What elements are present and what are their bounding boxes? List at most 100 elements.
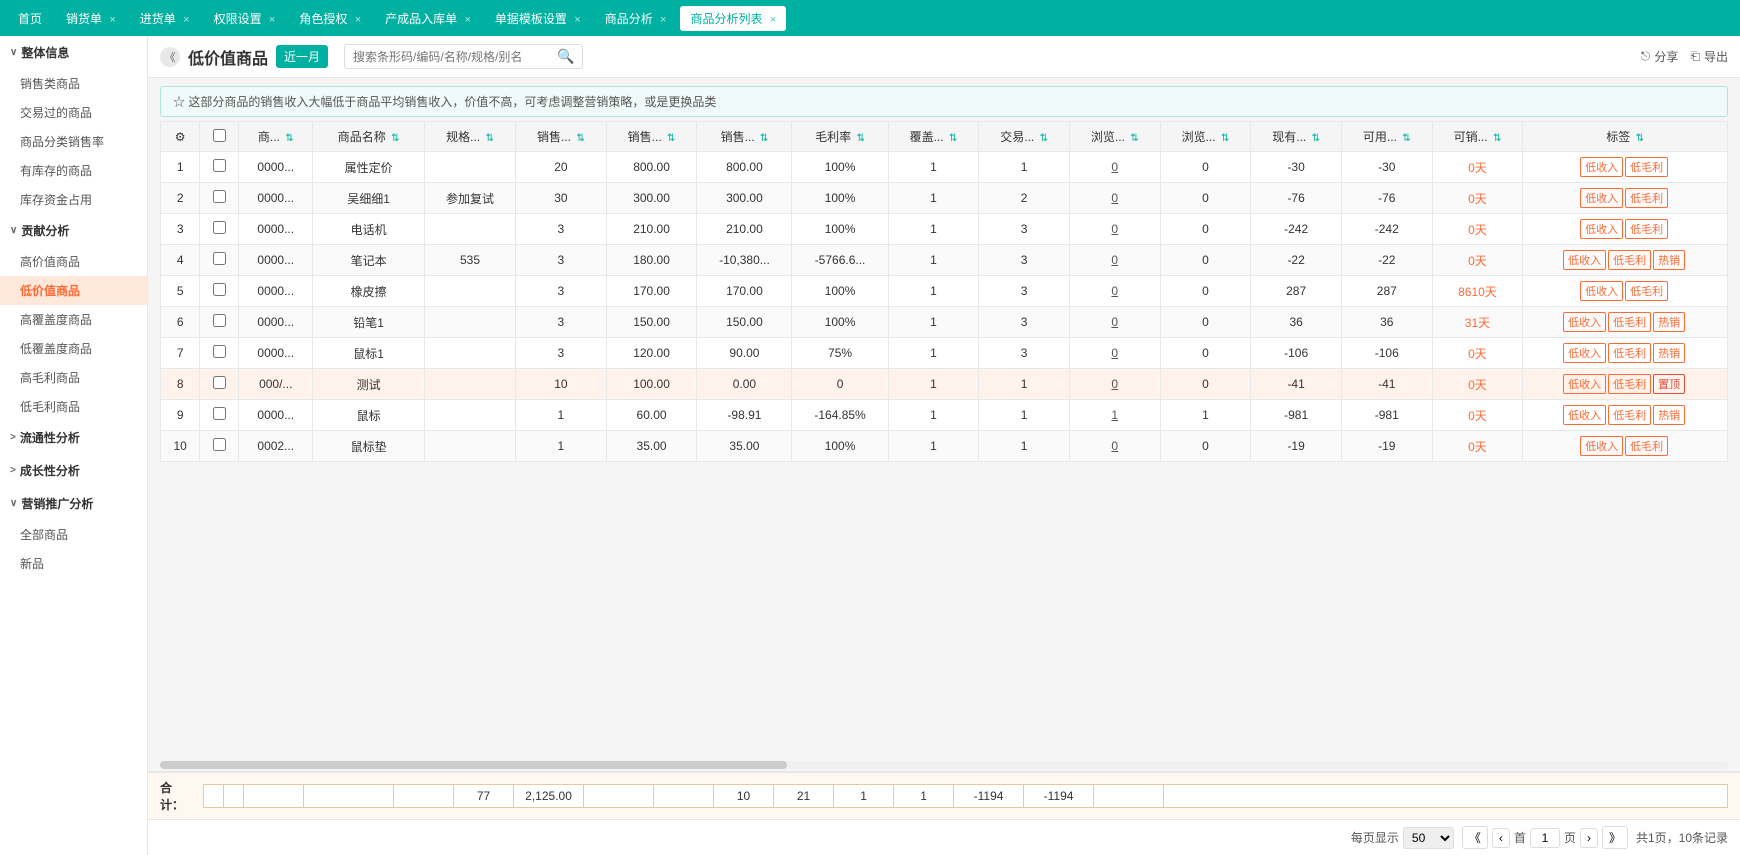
first-page-button[interactable]: 《 <box>1462 826 1488 849</box>
nav-sales[interactable]: 销货单 × <box>56 6 126 31</box>
scrollbar-thumb[interactable] <box>160 761 787 769</box>
cell-checkbox[interactable] <box>200 245 239 276</box>
sidebar-item-all-products[interactable]: 全部商品 <box>0 520 147 549</box>
col-amount2[interactable]: 销售... ⇅ <box>697 122 792 152</box>
col-qty[interactable]: 销售... ⇅ <box>516 122 607 152</box>
col-view1[interactable]: 浏览... ⇅ <box>1069 122 1160 152</box>
search-input[interactable] <box>353 50 553 64</box>
cell-view1[interactable]: 0 <box>1069 307 1160 338</box>
sidebar-item-high-coverage[interactable]: 高覆盖度商品 <box>0 305 147 334</box>
nav-analysis[interactable]: 商品分析 × <box>595 6 677 31</box>
col-deal[interactable]: 交易... ⇅ <box>979 122 1070 152</box>
cell-view1[interactable]: 0 <box>1069 245 1160 276</box>
row-checkbox[interactable] <box>213 221 226 234</box>
filter-button[interactable]: 近一月 <box>276 45 328 68</box>
sidebar-item-low-coverage[interactable]: 低覆盖度商品 <box>0 334 147 363</box>
sidebar-group-overall[interactable]: ∨ 整体信息 <box>0 36 147 69</box>
view-link[interactable]: 0 <box>1111 315 1118 329</box>
sidebar-group-growth[interactable]: > 成长性分析 <box>0 454 147 487</box>
col-stock1[interactable]: 现有... ⇅ <box>1251 122 1342 152</box>
sidebar-item-traded[interactable]: 交易过的商品 <box>0 98 147 127</box>
cell-checkbox[interactable] <box>200 338 239 369</box>
cell-checkbox[interactable] <box>200 183 239 214</box>
export-button[interactable]: ⎗ 导出 <box>1690 48 1728 65</box>
col-cover[interactable]: 覆盖... ⇅ <box>888 122 979 152</box>
cell-checkbox[interactable] <box>200 400 239 431</box>
page-size-select[interactable]: 50 100 200 <box>1403 827 1454 849</box>
cell-view1[interactable]: 0 <box>1069 369 1160 400</box>
nav-perms[interactable]: 权限设置 × <box>204 6 286 31</box>
row-checkbox[interactable] <box>213 345 226 358</box>
col-amount1[interactable]: 销售... ⇅ <box>606 122 697 152</box>
nav-home[interactable]: 首页 <box>8 6 52 31</box>
view-link[interactable]: 0 <box>1111 439 1118 453</box>
col-tags[interactable]: 标签 ⇅ <box>1523 122 1728 152</box>
sidebar-group-flow[interactable]: > 流通性分析 <box>0 421 147 454</box>
horizontal-scrollbar[interactable] <box>160 761 1728 769</box>
nav-inbound[interactable]: 产成品入库单 × <box>375 6 481 31</box>
view-link[interactable]: 0 <box>1111 253 1118 267</box>
page-number-input[interactable] <box>1530 828 1560 848</box>
row-checkbox[interactable] <box>213 376 226 389</box>
view-link[interactable]: 1 <box>1111 408 1118 422</box>
share-button[interactable]: ⎋ 分享 <box>1641 48 1679 65</box>
cell-checkbox[interactable] <box>200 369 239 400</box>
col-spec[interactable]: 规格... ⇅ <box>424 122 515 152</box>
table-container[interactable]: ⚙ 商... ⇅ 商品名称 ⇅ 规格... ⇅ 销售... ⇅ 销售... ⇅ … <box>148 121 1740 761</box>
sidebar-item-sales-products[interactable]: 销售类商品 <box>0 69 147 98</box>
sidebar-item-capital[interactable]: 库存资金占用 <box>0 185 147 214</box>
last-page-button[interactable]: 》 <box>1602 826 1628 849</box>
row-checkbox[interactable] <box>213 438 226 451</box>
col-name[interactable]: 商品名称 ⇅ <box>313 122 425 152</box>
view-link[interactable]: 0 <box>1111 222 1118 236</box>
col-margin[interactable]: 毛利率 ⇅ <box>792 122 888 152</box>
sidebar-group-marketing[interactable]: ∨ 营销推广分析 <box>0 487 147 520</box>
nav-roles[interactable]: 角色授权 × <box>289 6 371 31</box>
cell-checkbox[interactable] <box>200 276 239 307</box>
row-checkbox[interactable] <box>213 314 226 327</box>
row-checkbox[interactable] <box>213 283 226 296</box>
row-checkbox[interactable] <box>213 407 226 420</box>
sidebar-item-high-margin[interactable]: 高毛利商品 <box>0 363 147 392</box>
cell-checkbox[interactable] <box>200 307 239 338</box>
cell-checkbox[interactable] <box>200 431 239 462</box>
col-settings[interactable]: ⚙ <box>161 122 200 152</box>
nav-template[interactable]: 单据模板设置 × <box>485 6 591 31</box>
nav-purchase[interactable]: 进货单 × <box>130 6 200 31</box>
collapse-button[interactable]: 《 <box>160 47 180 67</box>
next-page-button[interactable]: › <box>1580 828 1598 848</box>
cell-view1[interactable]: 0 <box>1069 183 1160 214</box>
view-link[interactable]: 0 <box>1111 191 1118 205</box>
row-checkbox[interactable] <box>213 190 226 203</box>
view-link[interactable]: 0 <box>1111 346 1118 360</box>
cell-view1[interactable]: 0 <box>1069 214 1160 245</box>
cell-view1[interactable]: 0 <box>1069 338 1160 369</box>
col-code[interactable]: 商... ⇅ <box>239 122 313 152</box>
cell-view1[interactable]: 0 <box>1069 431 1160 462</box>
col-days[interactable]: 可销... ⇅ <box>1432 122 1523 152</box>
sidebar-group-contribution[interactable]: ∨ 贡献分析 <box>0 214 147 247</box>
view-link[interactable]: 0 <box>1111 284 1118 298</box>
sidebar-item-high-value[interactable]: 高价值商品 <box>0 247 147 276</box>
sidebar-item-low-margin[interactable]: 低毛利商品 <box>0 392 147 421</box>
row-checkbox[interactable] <box>213 159 226 172</box>
cell-checkbox[interactable] <box>200 152 239 183</box>
col-view2[interactable]: 浏览... ⇅ <box>1160 122 1251 152</box>
col-stock2[interactable]: 可用... ⇅ <box>1341 122 1432 152</box>
row-checkbox[interactable] <box>213 252 226 265</box>
col-checkbox[interactable] <box>200 122 239 152</box>
prev-page-button[interactable]: ‹ <box>1492 828 1510 848</box>
sidebar-item-in-stock[interactable]: 有库存的商品 <box>0 156 147 185</box>
cell-view1[interactable]: 0 <box>1069 152 1160 183</box>
nav-analysis-list[interactable]: 商品分析列表 × <box>680 6 786 31</box>
sidebar-item-category-rate[interactable]: 商品分类销售率 <box>0 127 147 156</box>
view-link[interactable]: 0 <box>1111 377 1118 391</box>
cell-view1[interactable]: 1 <box>1069 400 1160 431</box>
view-link[interactable]: 0 <box>1111 160 1118 174</box>
cell-checkbox[interactable] <box>200 214 239 245</box>
sidebar-item-new-products[interactable]: 新品 <box>0 549 147 578</box>
search-icon[interactable]: 🔍 <box>557 48 574 65</box>
cell-view1[interactable]: 0 <box>1069 276 1160 307</box>
select-all-checkbox[interactable] <box>213 129 226 142</box>
sidebar-item-low-value[interactable]: 低价值商品 <box>0 276 147 305</box>
